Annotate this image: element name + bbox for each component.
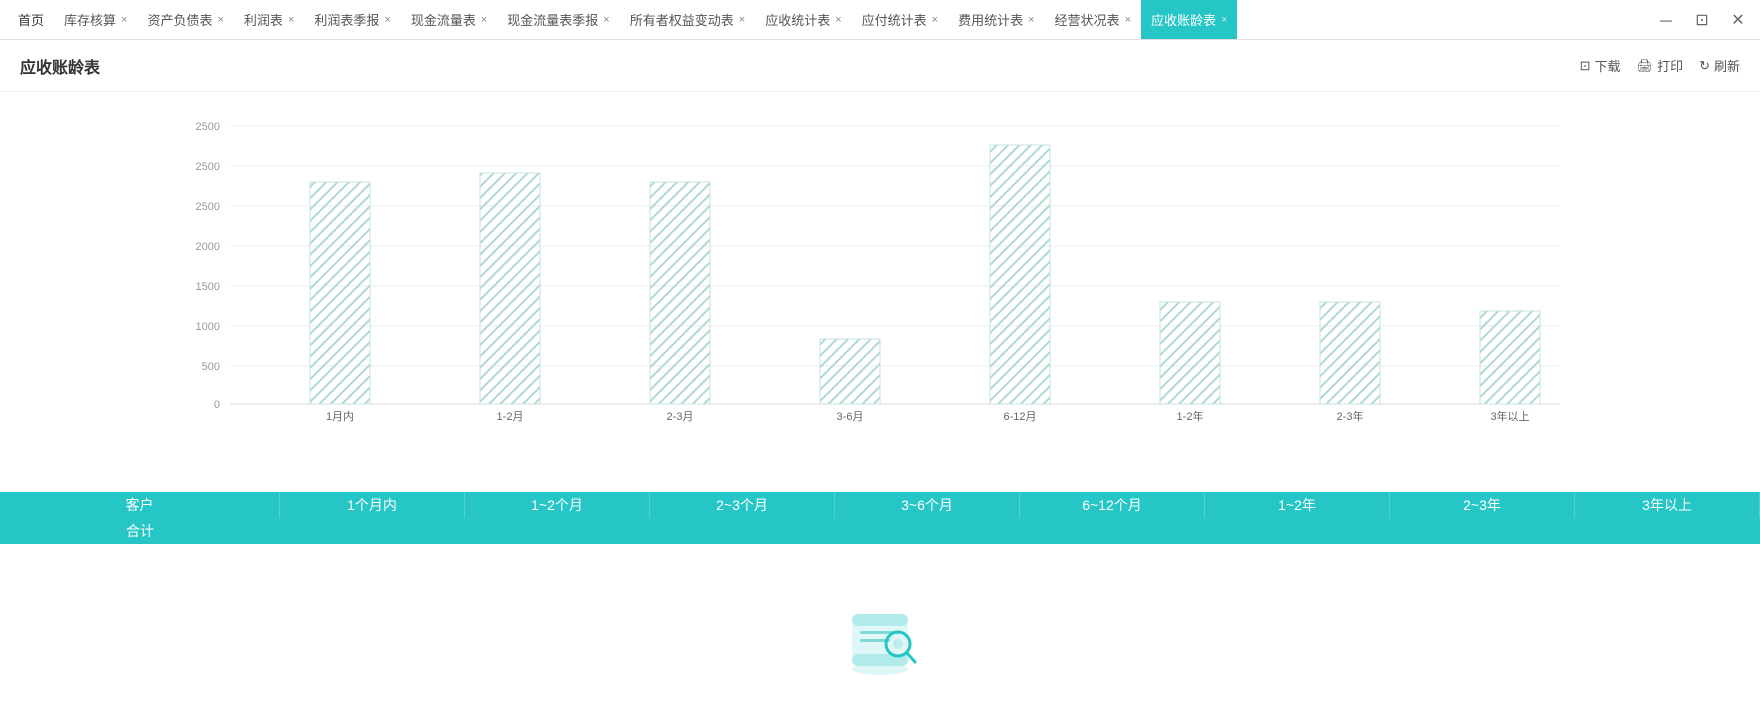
close-cashflow-tab[interactable]: ×	[481, 14, 487, 26]
empty-icon	[830, 584, 930, 684]
tab-profit[interactable]: 利润表 ×	[234, 0, 304, 40]
svg-text:3-6月: 3-6月	[837, 411, 864, 423]
col-3plus-year: 3年以上	[1575, 492, 1760, 518]
empty-state	[0, 544, 1760, 724]
svg-text:2-3年: 2-3年	[1337, 409, 1364, 423]
tab-business-status[interactable]: 经营状况表 ×	[1045, 0, 1141, 40]
svg-text:0: 0	[214, 399, 220, 411]
page-title: 应收账龄表	[20, 54, 100, 78]
close-profit-quarterly-tab[interactable]: ×	[384, 14, 390, 26]
close-balance-tab[interactable]: ×	[217, 14, 223, 26]
svg-text:500: 500	[202, 361, 220, 373]
close-ar-aging-tab[interactable]: ×	[1221, 14, 1227, 26]
tab-cashflow-quarterly[interactable]: 现金流量表季报 ×	[497, 0, 619, 40]
table-header: 客户 1个月内 1~2个月 2~3个月 3~6个月 6~12个月 1~2年 2~…	[0, 492, 1760, 544]
print-icon: 🖨	[1637, 58, 1654, 74]
tab-profit-quarterly[interactable]: 利润表季报 ×	[304, 0, 400, 40]
tab-expense-stats[interactable]: 费用统计表 ×	[948, 0, 1044, 40]
bar-2-3年	[1320, 302, 1380, 404]
chart-area: 2500 2500 2500 2000 1500 1000 500 0	[0, 92, 1760, 492]
close-cashflow-quarterly-tab[interactable]: ×	[603, 14, 609, 26]
bar-1-2月	[480, 173, 540, 404]
close-ar-stats-tab[interactable]: ×	[835, 14, 841, 26]
tab-balance-sheet[interactable]: 资产负债表 ×	[137, 0, 233, 40]
bar-1-2年	[1160, 302, 1220, 404]
close-inventory-tab[interactable]: ×	[121, 14, 127, 26]
svg-text:1500: 1500	[196, 281, 220, 293]
close-profit-tab[interactable]: ×	[288, 14, 294, 26]
col-1-2month: 1~2个月	[465, 492, 650, 518]
svg-text:1月内: 1月内	[326, 409, 354, 423]
close-expense-stats-tab[interactable]: ×	[1028, 14, 1034, 26]
close-business-status-tab[interactable]: ×	[1125, 14, 1131, 26]
col-customer: 客户	[0, 492, 280, 518]
bar-6-12月	[990, 145, 1050, 404]
tab-bar-actions: － ⊡ ✕	[1652, 6, 1752, 34]
refresh-button[interactable]: ↻ 刷新	[1699, 56, 1740, 75]
col-2-3month: 2~3个月	[650, 492, 835, 518]
close-ap-stats-tab[interactable]: ×	[932, 14, 938, 26]
main-content: 2500 2500 2500 2000 1500 1000 500 0	[0, 92, 1760, 724]
col-1month: 1个月内	[280, 492, 465, 518]
download-icon: ⊡	[1580, 58, 1591, 74]
bar-chart: 2500 2500 2500 2000 1500 1000 500 0	[20, 112, 1740, 432]
svg-text:6-12月: 6-12月	[1003, 411, 1036, 423]
tab-equity[interactable]: 所有者权益变动表 ×	[620, 0, 755, 40]
bar-1月内	[310, 182, 370, 404]
tab-home[interactable]: 首页	[8, 10, 54, 29]
tab-bar: 首页 库存核算 × 资产负债表 × 利润表 × 利润表季报 × 现金流量表 × …	[0, 0, 1760, 40]
col-1-2year: 1~2年	[1205, 492, 1390, 518]
bar-3-6月	[820, 339, 880, 404]
download-button[interactable]: ⊡ 下载	[1580, 56, 1621, 75]
svg-text:2500: 2500	[196, 121, 220, 133]
svg-text:3年以上: 3年以上	[1490, 409, 1529, 423]
refresh-icon: ↻	[1699, 58, 1710, 74]
tab-inventory[interactable]: 库存核算 ×	[54, 0, 137, 40]
bar-2-3月	[650, 182, 710, 404]
page-actions: ⊡ 下载 🖨 打印 ↻ 刷新	[1580, 56, 1740, 75]
svg-text:2500: 2500	[196, 201, 220, 213]
tab-cashflow[interactable]: 现金流量表 ×	[401, 0, 497, 40]
col-total: 合计	[0, 518, 280, 544]
print-button[interactable]: 🖨 打印	[1637, 56, 1684, 75]
page-header: 应收账龄表 ⊡ 下载 🖨 打印 ↻ 刷新	[0, 40, 1760, 92]
svg-text:2500: 2500	[196, 161, 220, 173]
tab-ap-stats[interactable]: 应付统计表 ×	[852, 0, 948, 40]
svg-text:1-2年: 1-2年	[1177, 409, 1204, 423]
minimize-button[interactable]: －	[1652, 6, 1680, 34]
svg-text:1000: 1000	[196, 321, 220, 333]
svg-text:2-3月: 2-3月	[667, 411, 694, 423]
maximize-button[interactable]: ⊡	[1688, 6, 1716, 34]
tab-ar-stats[interactable]: 应收统计表 ×	[755, 0, 851, 40]
close-equity-tab[interactable]: ×	[739, 14, 745, 26]
close-window-button[interactable]: ✕	[1724, 6, 1752, 34]
tab-ar-aging[interactable]: 应收账龄表 ×	[1141, 0, 1237, 40]
col-6-12month: 6~12个月	[1020, 492, 1205, 518]
col-2-3year: 2~3年	[1390, 492, 1575, 518]
bar-3年以上	[1480, 311, 1540, 404]
svg-text:2000: 2000	[196, 241, 220, 253]
svg-text:1-2月: 1-2月	[497, 411, 524, 423]
col-3-6month: 3~6个月	[835, 492, 1020, 518]
